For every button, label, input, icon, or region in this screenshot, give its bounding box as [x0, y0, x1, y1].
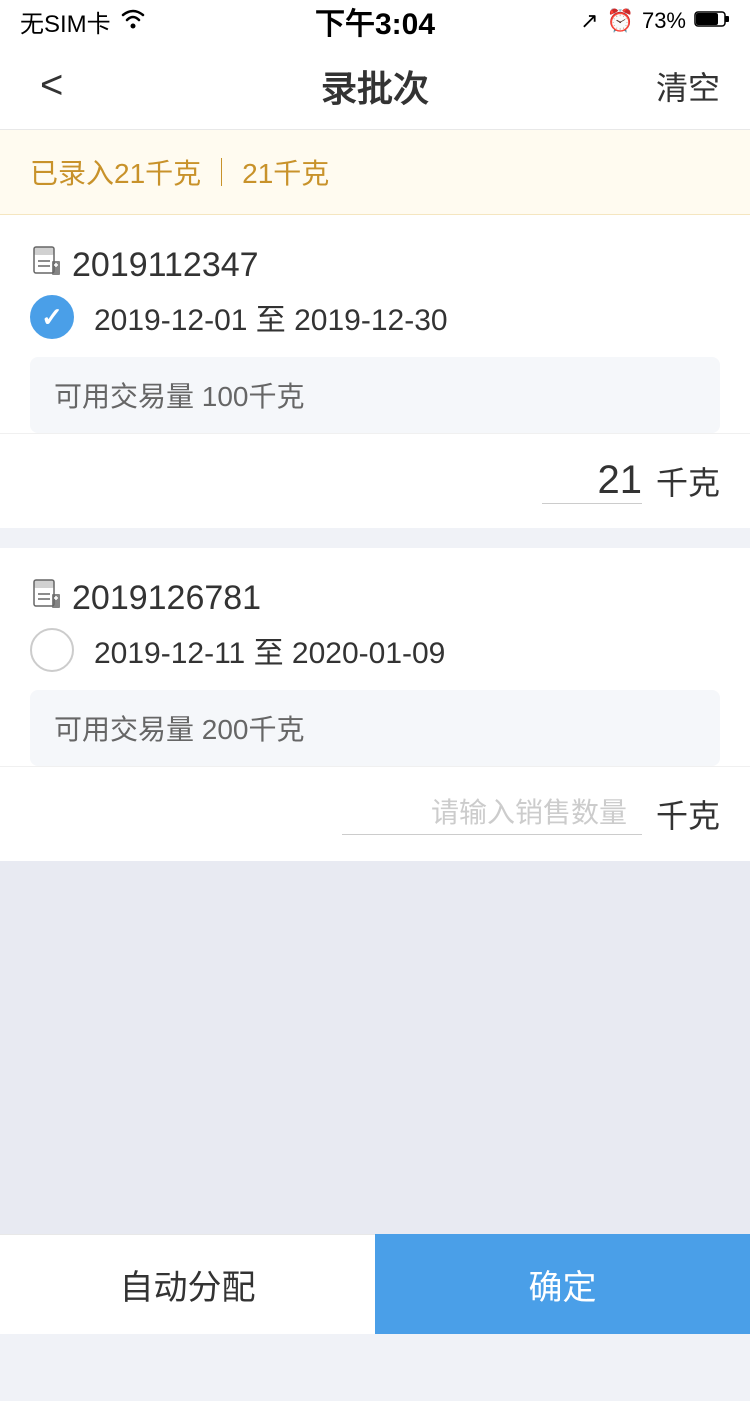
amount-value-1[interactable]: 21 [542, 458, 642, 504]
bottom-bar: 自动分配 确定 [0, 1234, 750, 1334]
qty-input-2[interactable] [342, 793, 642, 835]
location-icon: ↗ [580, 8, 598, 34]
summary-bar: 已录入21千克 21千克 [0, 130, 750, 215]
batch-item-2: 2019126781 2019-12-11 至 2020-01-09 可用交易量… [0, 548, 750, 766]
amount-row-1: 21 千克 [0, 433, 750, 528]
batch-doc-icon-1 [30, 245, 62, 285]
batch-date-1: 2019-12-01 至 2019-12-30 [94, 295, 448, 339]
batch-doc-icon-2 [30, 578, 62, 618]
batch-available-2: 可用交易量 200千克 [30, 690, 720, 766]
status-right: ↗ ⏰ 73% [580, 7, 730, 35]
batch-date-row-2[interactable]: 2019-12-11 至 2020-01-09 [30, 628, 720, 672]
confirm-button[interactable]: 确定 [375, 1234, 750, 1334]
batch-header-2: 2019126781 [30, 578, 720, 618]
carrier-text: 无SIM卡 [20, 4, 111, 39]
section-divider [0, 528, 750, 548]
input-row-2: 千克 [0, 766, 750, 861]
batch-date-2: 2019-12-11 至 2020-01-09 [94, 628, 445, 672]
amount-number-1: 21 [597, 458, 642, 502]
batch-item-1: 2019112347 2019-12-01 至 2019-12-30 可用交易量… [0, 215, 750, 433]
page-title: 录批次 [321, 60, 429, 112]
batch-header-1: 2019112347 [30, 245, 720, 285]
batch-available-1: 可用交易量 100千克 [30, 357, 720, 433]
summary-label: 已录入21千克 [30, 152, 201, 192]
radio-checked-1[interactable] [30, 295, 74, 339]
alarm-icon: ⏰ [607, 8, 634, 34]
battery-text: 73% [642, 8, 686, 34]
input-unit-2: 千克 [656, 791, 720, 837]
summary-value: 21千克 [242, 152, 329, 192]
clear-button[interactable]: 清空 [656, 63, 720, 109]
status-time: 下午3:04 [315, 0, 435, 43]
amount-unit-1: 千克 [656, 458, 720, 504]
status-bar: 无SIM卡 下午3:04 ↗ ⏰ 73% [0, 0, 750, 42]
battery-icon [694, 7, 730, 35]
status-left: 无SIM卡 [20, 4, 147, 39]
auto-distribute-button[interactable]: 自动分配 [0, 1234, 375, 1334]
back-button[interactable]: < [30, 53, 73, 118]
wifi-icon [119, 7, 147, 36]
summary-divider [221, 158, 222, 186]
radio-unchecked-2[interactable] [30, 628, 74, 672]
batch-id-2: 2019126781 [72, 579, 261, 618]
batch-id-1: 2019112347 [72, 246, 259, 285]
nav-bar: < 录批次 清空 [0, 42, 750, 130]
batch-date-row-1[interactable]: 2019-12-01 至 2019-12-30 [30, 295, 720, 339]
